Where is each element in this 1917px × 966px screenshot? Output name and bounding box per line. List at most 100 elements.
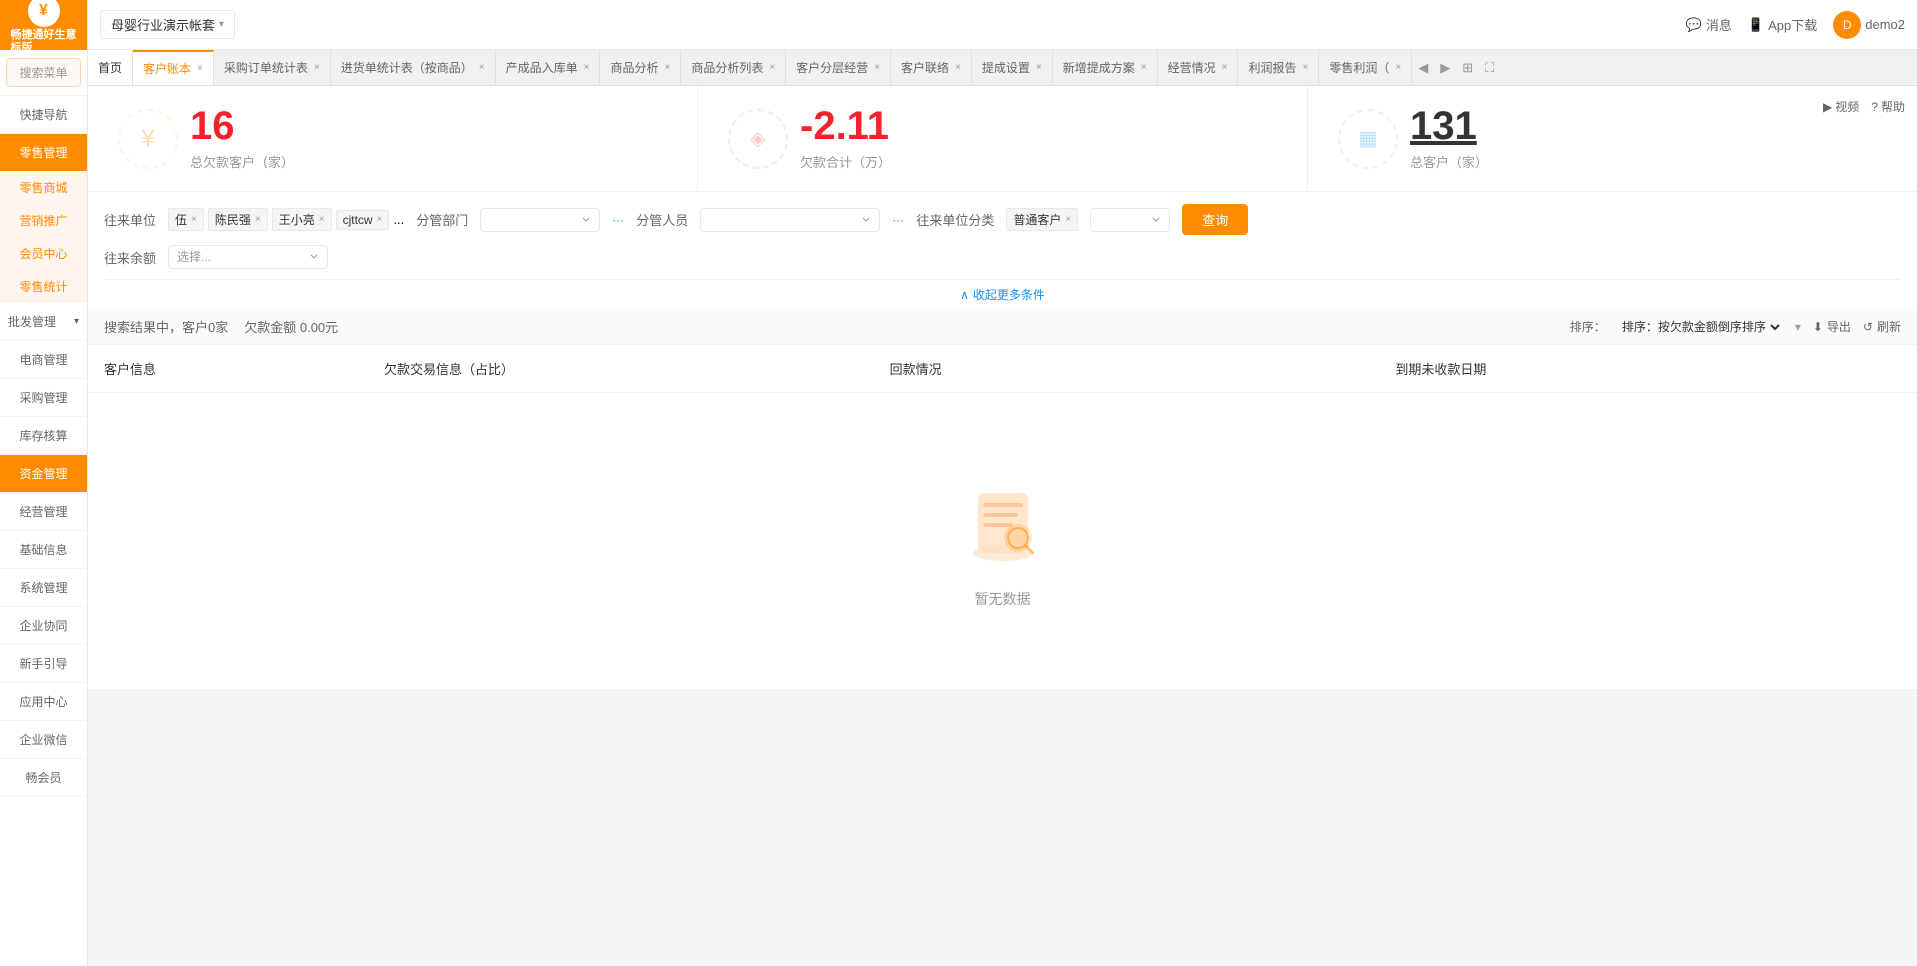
tab-close-new-boost[interactable]: × bbox=[1141, 62, 1147, 73]
tab-retail-profit[interactable]: 零售利润（ × bbox=[1319, 50, 1412, 86]
arrears-total-number: -2.11 bbox=[800, 106, 891, 146]
tab-close-customer-tier[interactable]: × bbox=[874, 62, 880, 73]
sidebar-item-marketing[interactable]: 营销推广 bbox=[0, 204, 87, 237]
search-result-bar: 搜索结果中，客户0家 欠款金额 0.00元 排序： 排序：按欠款金额倒序排序 ▾… bbox=[88, 309, 1917, 345]
tab-close-customer-contact[interactable]: × bbox=[955, 62, 961, 73]
collapse-filter-button[interactable]: ∧ 收起更多条件 bbox=[104, 279, 1901, 309]
tab-close-purchase-order[interactable]: × bbox=[314, 62, 320, 73]
balance-filter-label: 往来余额 bbox=[104, 248, 156, 267]
stat-arrears-total: ◈ -2.11 欠款合计（万） bbox=[698, 86, 1308, 191]
tab-goods-list[interactable]: 商品分析列表 × bbox=[681, 50, 786, 86]
sidebar-item-finance[interactable]: 资金管理 bbox=[0, 455, 87, 493]
stat-bg-circle-2: ◈ bbox=[728, 109, 788, 169]
tab-inbound-stats[interactable]: 进货单统计表（按商品） × bbox=[331, 50, 496, 86]
tab-close-goods-list[interactable]: × bbox=[769, 62, 775, 73]
sidebar-item-system[interactable]: 系统管理 bbox=[0, 569, 87, 607]
tab-customer-contact[interactable]: 客户联络 × bbox=[891, 50, 972, 86]
sidebar-search-area: 搜索菜单 bbox=[0, 50, 87, 96]
company-type-select[interactable] bbox=[1090, 208, 1170, 232]
tab-customer-tier[interactable]: 客户分层经营 × bbox=[786, 50, 891, 86]
chevron-up-icon: ∧ bbox=[960, 288, 969, 302]
sidebar-item-new-guide[interactable]: 新手引导 bbox=[0, 645, 87, 683]
export-button[interactable]: ⬇ 导出 bbox=[1813, 318, 1851, 335]
tab-close-inbound-stats[interactable]: × bbox=[479, 62, 485, 73]
person-more-btn[interactable]: ··· bbox=[892, 213, 904, 227]
sidebar-item-enterprise-wechat[interactable]: 企业微信 bbox=[0, 721, 87, 759]
empty-state: 暂无数据 bbox=[88, 393, 1917, 689]
more-company-tags[interactable]: ... bbox=[393, 212, 404, 227]
sidebar-item-retail-stats[interactable]: 零售统计 bbox=[0, 270, 87, 303]
dept-more-btn[interactable]: ··· bbox=[612, 213, 624, 227]
sidebar-item-ecommerce[interactable]: 电商管理 bbox=[0, 341, 87, 379]
tab-close-customer-account[interactable]: × bbox=[197, 63, 203, 74]
sidebar-item-basic-info[interactable]: 基础信息 bbox=[0, 531, 87, 569]
sidebar-item-member-center[interactable]: 会员中心 bbox=[0, 237, 87, 270]
tab-customer-account[interactable]: 客户账本 × bbox=[133, 50, 214, 86]
company-filter-label: 往来单位 bbox=[104, 210, 156, 229]
balance-select[interactable]: 选择... bbox=[168, 245, 328, 269]
sidebar-item-enterprise-collab[interactable]: 企业协同 bbox=[0, 607, 87, 645]
tab-profit-report[interactable]: 利润报告 × bbox=[1238, 50, 1319, 86]
empty-icon bbox=[953, 473, 1053, 573]
tab-close-product-inbound[interactable]: × bbox=[584, 62, 590, 73]
remove-company-type-tag[interactable]: × bbox=[1065, 214, 1071, 225]
tab-close-boost-settings[interactable]: × bbox=[1036, 62, 1042, 73]
sidebar-item-operations[interactable]: 经营管理 bbox=[0, 493, 87, 531]
search-result-left: 搜索结果中，客户0家 欠款金额 0.00元 bbox=[104, 317, 338, 336]
sidebar-item-quick-nav[interactable]: 快捷导航 bbox=[0, 96, 87, 134]
topbar: 母婴行业演示帐套 ▾ 💬 消息 📱 App下载 D demo2 bbox=[88, 0, 1917, 50]
query-button[interactable]: 查询 bbox=[1182, 204, 1248, 235]
tab-business-status[interactable]: 经营情况 × bbox=[1158, 50, 1239, 86]
refresh-button[interactable]: ↺ 刷新 bbox=[1863, 318, 1901, 335]
tab-new-boost[interactable]: 新增提成方案 × bbox=[1053, 50, 1158, 86]
remove-tag-cjttcw[interactable]: × bbox=[377, 214, 383, 225]
dept-select[interactable] bbox=[480, 208, 600, 232]
company-tag-chen: 陈民强 × bbox=[208, 208, 268, 231]
tab-product-inbound[interactable]: 产成品入库单 × bbox=[496, 50, 601, 86]
logo-icon: ¥ bbox=[28, 0, 60, 27]
tab-close-business-status[interactable]: × bbox=[1222, 62, 1228, 73]
tab-close-goods-analysis[interactable]: × bbox=[664, 62, 670, 73]
tab-scroll-right[interactable]: ▶ bbox=[1434, 60, 1456, 76]
sidebar-item-vip[interactable]: 畅会员 bbox=[0, 759, 87, 797]
person-select[interactable] bbox=[700, 208, 880, 232]
tab-close-retail-profit[interactable]: × bbox=[1395, 62, 1401, 73]
tab-purchase-order[interactable]: 采购订单统计表 × bbox=[214, 50, 331, 86]
stat-bg-circle-1: ¥ bbox=[118, 109, 178, 169]
sidebar-item-purchase[interactable]: 采购管理 bbox=[0, 379, 87, 417]
sidebar: ¥ 畅捷通好生意 标版 搜索菜单 快捷导航 零售管理 零售商城 营销推广 会员中… bbox=[0, 0, 88, 966]
sidebar-item-inventory[interactable]: 库存核算 bbox=[0, 417, 87, 455]
remove-tag-chen[interactable]: × bbox=[255, 214, 261, 225]
chevron-down-icon: ▾ bbox=[74, 316, 79, 327]
account-selector[interactable]: 母婴行业演示帐套 ▾ bbox=[100, 10, 235, 39]
tab-scroll-left[interactable]: ◀ bbox=[1412, 60, 1434, 76]
refresh-icon: ↺ bbox=[1863, 320, 1873, 334]
sidebar-item-retail-mall[interactable]: 零售商城 bbox=[0, 171, 87, 204]
topbar-left: 母婴行业演示帐套 ▾ bbox=[100, 10, 235, 39]
app-download-button[interactable]: 📱 App下载 bbox=[1748, 15, 1817, 34]
sidebar-item-retail-mgmt[interactable]: 零售管理 bbox=[0, 134, 87, 171]
empty-text: 暂无数据 bbox=[975, 589, 1031, 609]
message-icon: 💬 bbox=[1686, 17, 1702, 33]
sidebar-item-wholesale[interactable]: 批发管理 ▾ bbox=[0, 303, 87, 341]
company-type-label: 往来单位分类 bbox=[916, 210, 994, 229]
remove-tag-wu[interactable]: × bbox=[191, 214, 197, 225]
tab-boost-settings[interactable]: 提成设置 × bbox=[972, 50, 1053, 86]
download-icon: ⬇ bbox=[1813, 320, 1823, 334]
tab-expand[interactable]: ⊞ bbox=[1456, 60, 1479, 76]
user-menu[interactable]: D demo2 bbox=[1833, 11, 1905, 39]
search-menu-button[interactable]: 搜索菜单 bbox=[6, 58, 81, 87]
col-due-date: 到期未收款日期 bbox=[1395, 355, 1901, 382]
tab-goods-analysis[interactable]: 商品分析 × bbox=[600, 50, 681, 86]
remove-tag-wang[interactable]: × bbox=[319, 214, 325, 225]
sidebar-item-app-center[interactable]: 应用中心 bbox=[0, 683, 87, 721]
arrears-customers-label: 总欠款客户（家） bbox=[190, 152, 294, 171]
sort-select[interactable]: 排序：按欠款金额倒序排序 bbox=[1618, 319, 1783, 335]
arrears-amount: 欠款金额 0.00元 bbox=[244, 317, 338, 336]
tab-fullscreen[interactable]: ⛶ bbox=[1479, 60, 1500, 76]
messages-button[interactable]: 💬 消息 bbox=[1686, 15, 1732, 34]
tab-home[interactable]: 首页 bbox=[88, 50, 133, 86]
tab-close-profit-report[interactable]: × bbox=[1302, 62, 1308, 73]
filter-row-1: 往来单位 伍 × 陈民强 × 王小亮 × bbox=[104, 204, 1901, 235]
avatar: D bbox=[1833, 11, 1861, 39]
